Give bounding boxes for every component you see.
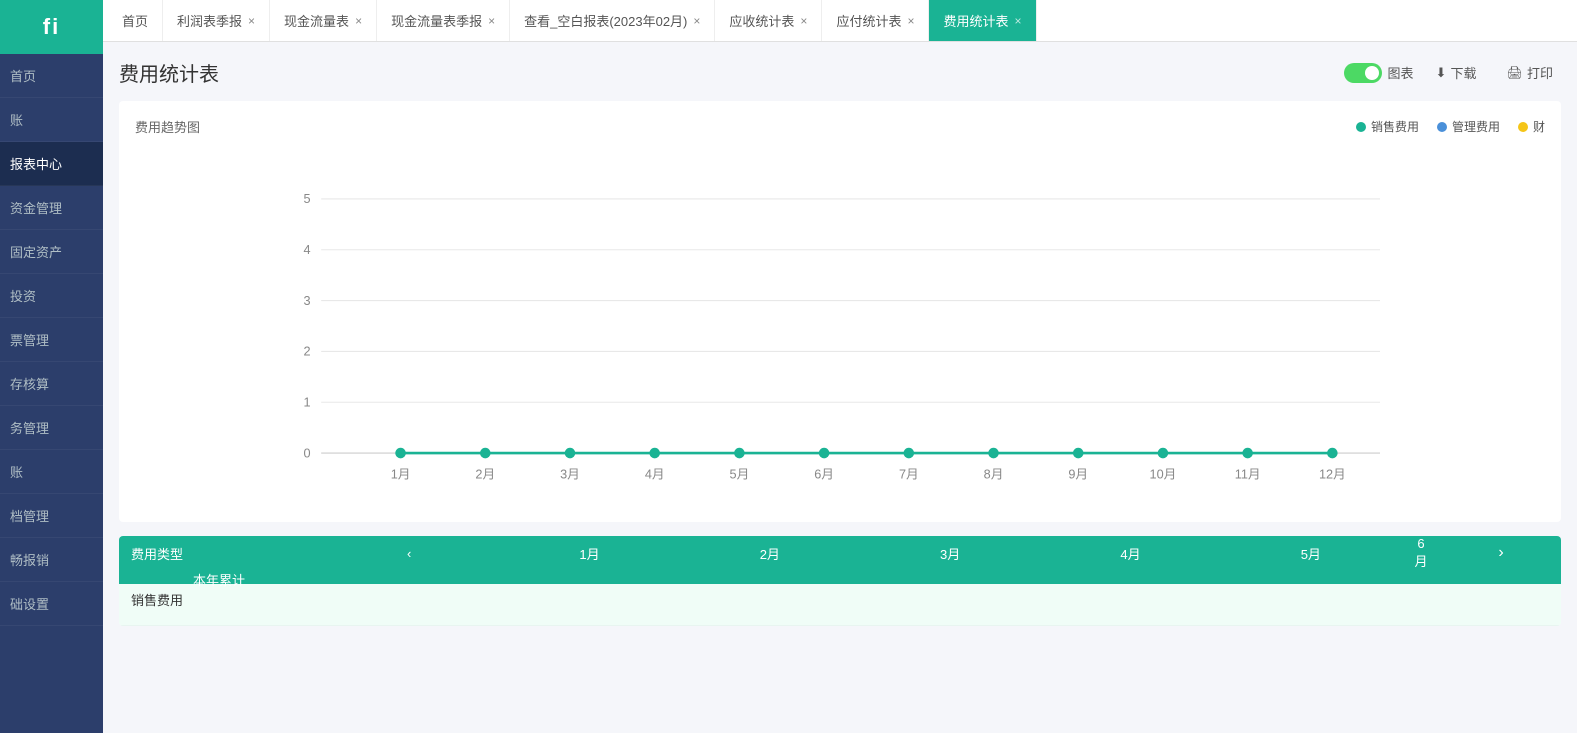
download-icon: ⬇ (1436, 65, 1447, 81)
table-header: 费用类型 ‹ 1月 2月 3月 4月 5月 6月 (119, 536, 1561, 584)
svg-text:9月: 9月 (1068, 467, 1088, 481)
th-m4: 4月 (1040, 544, 1220, 563)
sidebar-item-archive-mgmt[interactable]: 档管理 (0, 494, 103, 538)
table-row: 销售费用 (119, 584, 1561, 626)
svg-text:3: 3 (304, 294, 311, 308)
th-expense-type: 费用类型 (119, 544, 319, 563)
th-m2: 2月 (680, 544, 860, 563)
sidebar-item-inventory[interactable]: 存核算 (0, 362, 103, 406)
tab-close-cashflow-quarterly[interactable]: × (488, 14, 495, 28)
svg-text:1月: 1月 (391, 467, 411, 481)
tab-close-cashflow[interactable]: × (355, 14, 362, 28)
main-area: 首页 利润表季报 × 现金流量表 × 现金流量表季报 × 查看_空白报表(202… (103, 0, 1577, 733)
th-nav-next[interactable]: › (1441, 544, 1561, 562)
legend-label-sales: 销售费用 (1371, 118, 1419, 135)
legend-mgmt-expense: 管理费用 (1437, 118, 1500, 135)
sidebar-item-home[interactable]: 首页 (0, 54, 103, 98)
tab-expense-stats[interactable]: 费用统计表 × (929, 0, 1036, 42)
print-button[interactable]: 🖨 打印 (1498, 59, 1561, 86)
legend-dot-mgmt (1437, 122, 1447, 132)
sidebar-item-fund-mgmt[interactable]: 资金管理 (0, 186, 103, 230)
sidebar-logo: fi (0, 0, 103, 54)
tab-close-profit-quarterly[interactable]: × (248, 14, 255, 28)
chart-card: 费用趋势图 销售费用 管理费用 财 (119, 101, 1561, 522)
th-m3: 3月 (860, 544, 1040, 563)
chart-legend: 销售费用 管理费用 财 (1356, 118, 1545, 135)
sidebar-item-accounts[interactable]: 账 (0, 450, 103, 494)
svg-text:5: 5 (304, 192, 311, 206)
tab-close-receivable-stats[interactable]: × (800, 14, 807, 28)
svg-text:4: 4 (304, 243, 311, 257)
th-m5: 5月 (1221, 544, 1401, 563)
svg-text:4月: 4月 (645, 467, 665, 481)
chart-title: 费用趋势图 (135, 117, 200, 136)
svg-text:12月: 12月 (1319, 467, 1346, 481)
tab-home[interactable]: 首页 (108, 0, 163, 42)
svg-text:1: 1 (304, 395, 311, 409)
sidebar-item-basic-settings[interactable]: 础设置 (0, 582, 103, 626)
th-nav-prev[interactable]: ‹ (319, 546, 499, 561)
tab-blank-report[interactable]: 查看_空白报表(2023年02月) × (510, 0, 715, 42)
sidebar-item-ledger[interactable]: 账 (0, 98, 103, 142)
chart-svg-container: 5 4 3 2 1 0 1月 2月 3月 4月 5月 6月 7月 8月 9月 (135, 146, 1545, 506)
sidebar-item-invoice-mgmt[interactable]: 票管理 (0, 318, 103, 362)
chart-toggle-text: 图表 (1388, 63, 1414, 82)
chart-toggle-switch[interactable] (1344, 63, 1382, 83)
page-header: 费用统计表 图表 ⬇ 下载 🖨 打印 (119, 58, 1561, 87)
download-button[interactable]: ⬇ 下载 (1428, 59, 1485, 86)
svg-text:10月: 10月 (1150, 467, 1177, 481)
svg-text:2月: 2月 (475, 467, 495, 481)
tab-payable-stats[interactable]: 应付统计表 × (822, 0, 929, 42)
th-ytd: 本年累计 (119, 570, 319, 589)
content-area: 费用统计表 图表 ⬇ 下载 🖨 打印 费用趋势图 (103, 42, 1577, 733)
sidebar-item-sales[interactable]: 畅报销 (0, 538, 103, 582)
svg-text:3月: 3月 (560, 467, 580, 481)
svg-text:7月: 7月 (899, 467, 919, 481)
legend-label-finance: 财 (1533, 118, 1545, 135)
svg-text:6月: 6月 (814, 467, 834, 481)
svg-text:0: 0 (304, 446, 311, 460)
legend-sales-expense: 销售费用 (1356, 118, 1419, 135)
chart-header: 费用趋势图 销售费用 管理费用 财 (135, 117, 1545, 136)
header-actions: 图表 ⬇ 下载 🖨 打印 (1344, 59, 1561, 86)
sidebar-item-report-center[interactable]: 报表中心 (0, 142, 103, 186)
legend-dot-sales (1356, 122, 1366, 132)
svg-text:5月: 5月 (730, 467, 750, 481)
page-title: 费用统计表 (119, 58, 219, 87)
tabs-bar: 首页 利润表季报 × 现金流量表 × 现金流量表季报 × 查看_空白报表(202… (103, 0, 1577, 42)
expense-table: 费用类型 ‹ 1月 2月 3月 4月 5月 6月 (119, 536, 1561, 626)
legend-finance-expense: 财 (1518, 118, 1545, 135)
svg-text:11月: 11月 (1235, 467, 1261, 481)
tab-profit-quarterly[interactable]: 利润表季报 × (163, 0, 270, 42)
sidebar-item-investment[interactable]: 投资 (0, 274, 103, 318)
tab-close-blank-report[interactable]: × (693, 14, 700, 28)
tab-close-expense-stats[interactable]: × (1014, 14, 1021, 28)
tab-receivable-stats[interactable]: 应收统计表 × (715, 0, 822, 42)
chart-svg: 5 4 3 2 1 0 1月 2月 3月 4月 5月 6月 7月 8月 9月 (135, 146, 1545, 506)
svg-text:2: 2 (304, 345, 311, 359)
tab-cashflow-quarterly[interactable]: 现金流量表季报 × (377, 0, 510, 42)
tab-cashflow[interactable]: 现金流量表 × (270, 0, 377, 42)
th-m6: 6月 (1401, 536, 1441, 570)
sidebar-item-fixed-assets[interactable]: 固定资产 (0, 230, 103, 274)
legend-dot-finance (1518, 122, 1528, 132)
sidebar-item-service-mgmt[interactable]: 务管理 (0, 406, 103, 450)
th-m1: 1月 (499, 544, 679, 563)
legend-label-mgmt: 管理费用 (1452, 118, 1500, 135)
print-icon: 🖨 (1506, 65, 1523, 81)
sidebar: fi 首页 账 报表中心 资金管理 固定资产 投资 票管理 存核算 务管理 账 … (0, 0, 103, 733)
tab-close-payable-stats[interactable]: × (907, 14, 914, 28)
chart-toggle-label[interactable]: 图表 (1344, 63, 1414, 83)
svg-text:8月: 8月 (984, 467, 1004, 481)
td-expense-type: 销售费用 (119, 590, 319, 609)
